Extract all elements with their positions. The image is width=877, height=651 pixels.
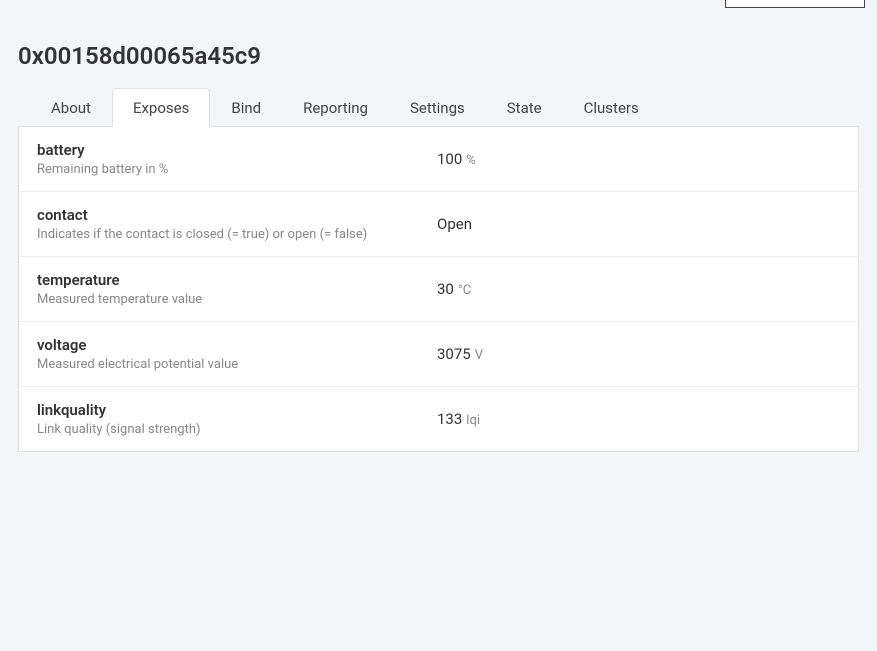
expose-value: 133 lqi (437, 410, 480, 428)
topbar-fragment (725, 0, 865, 8)
tab-clusters[interactable]: Clusters (563, 88, 660, 127)
tab-about[interactable]: About (30, 88, 112, 127)
device-title: 0x00158d00065a45c9 (18, 42, 859, 70)
expose-value: 3075 V (437, 345, 483, 363)
expose-row-voltage: voltage Measured electrical potential va… (19, 322, 858, 387)
expose-name: temperature (37, 271, 437, 289)
expose-value-unit: V (475, 348, 483, 363)
expose-description: Remaining battery in % (37, 162, 437, 177)
tab-state[interactable]: State (486, 88, 563, 127)
expose-row-battery: battery Remaining battery in % 100 % (19, 127, 858, 192)
expose-value-unit: lqi (466, 413, 480, 428)
expose-value-unit: °C (458, 283, 471, 298)
expose-name: battery (37, 141, 437, 159)
expose-name: contact (37, 206, 437, 224)
expose-description: Measured electrical potential value (37, 357, 437, 372)
expose-value-text: Open (437, 215, 472, 233)
tabs: About Exposes Bind Reporting Settings St… (30, 88, 859, 127)
tab-settings[interactable]: Settings (389, 88, 486, 127)
expose-value: 30 °C (437, 280, 471, 298)
expose-name: voltage (37, 336, 437, 354)
expose-value-number: 133 (437, 410, 462, 428)
expose-row-temperature: temperature Measured temperature value 3… (19, 257, 858, 322)
expose-description: Measured temperature value (37, 292, 437, 307)
expose-value-number: 3075 (437, 345, 471, 363)
tab-exposes[interactable]: Exposes (112, 88, 210, 127)
expose-value-number: 100 (437, 150, 462, 168)
expose-row-linkquality: linkquality Link quality (signal strengt… (19, 387, 858, 451)
expose-value: Open (437, 215, 476, 233)
expose-name: linkquality (37, 401, 437, 419)
exposes-panel: battery Remaining battery in % 100 % con… (18, 126, 859, 452)
expose-value-number: 30 (437, 280, 454, 298)
tab-reporting[interactable]: Reporting (282, 88, 389, 127)
expose-description: Link quality (signal strength) (37, 422, 437, 437)
expose-description: Indicates if the contact is closed (= tr… (37, 227, 437, 242)
expose-row-contact: contact Indicates if the contact is clos… (19, 192, 858, 257)
tab-bind[interactable]: Bind (210, 88, 282, 127)
expose-value-unit: % (466, 153, 476, 168)
expose-value: 100 % (437, 150, 476, 168)
